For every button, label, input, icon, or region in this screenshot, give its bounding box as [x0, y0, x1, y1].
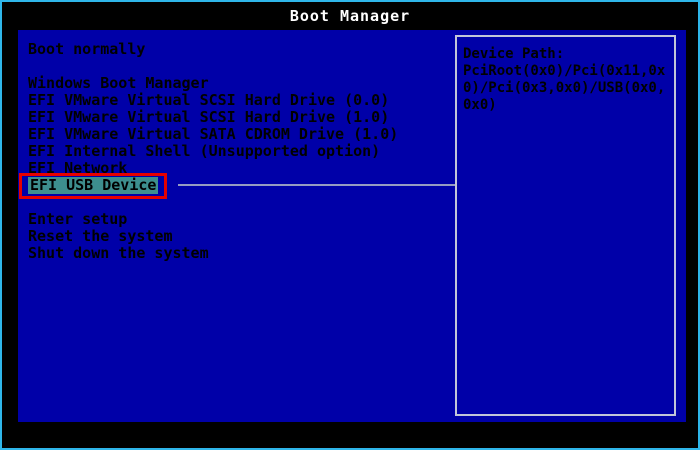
menu-item-reset-system[interactable]: Reset the system [28, 228, 398, 245]
device-path-heading: Device Path: [463, 46, 668, 63]
boot-option-boot-normally[interactable]: Boot normally [28, 41, 398, 58]
boot-option-scsi-hard-drive-1[interactable]: EFI VMware Virtual SCSI Hard Drive (1.0) [28, 109, 398, 126]
boot-options-menu: Boot normally Windows Boot Manager EFI V… [28, 41, 398, 262]
selection-highlight: EFI USB Device [28, 177, 158, 194]
boot-option-windows-boot-manager[interactable]: Windows Boot Manager [28, 75, 398, 92]
menu-spacer [28, 58, 398, 75]
boot-option-scsi-hard-drive-0[interactable]: EFI VMware Virtual SCSI Hard Drive (0.0) [28, 92, 398, 109]
boot-option-sata-cdrom-drive[interactable]: EFI VMware Virtual SATA CDROM Drive (1.0… [28, 126, 398, 143]
menu-item-shut-down-system[interactable]: Shut down the system [28, 245, 398, 262]
key-hints-bar: ↑↓=Move Highlight <Enter>=Select Entry [2, 422, 698, 448]
boot-option-efi-usb-device[interactable]: EFI USB Device [28, 177, 398, 194]
device-path-line: 0x0) [463, 97, 668, 114]
device-path-line: PciRoot(0x0)/Pci(0x11,0x [463, 63, 668, 80]
boot-manager-screen: Boot Manager Boot normally Windows Boot … [0, 0, 700, 450]
device-path-line: 0)/Pci(0x3,0x0)/USB(0x0, [463, 80, 668, 97]
annotation-red-box: EFI USB Device [19, 173, 167, 199]
boot-manager-panel: Boot normally Windows Boot Manager EFI V… [18, 30, 686, 424]
device-path-panel: Device Path: PciRoot(0x0)/Pci(0x11,0x 0)… [455, 35, 676, 416]
selection-connector-line [178, 184, 455, 186]
page-title: Boot Manager [2, 7, 698, 25]
boot-option-efi-internal-shell[interactable]: EFI Internal Shell (Unsupported option) [28, 143, 398, 160]
